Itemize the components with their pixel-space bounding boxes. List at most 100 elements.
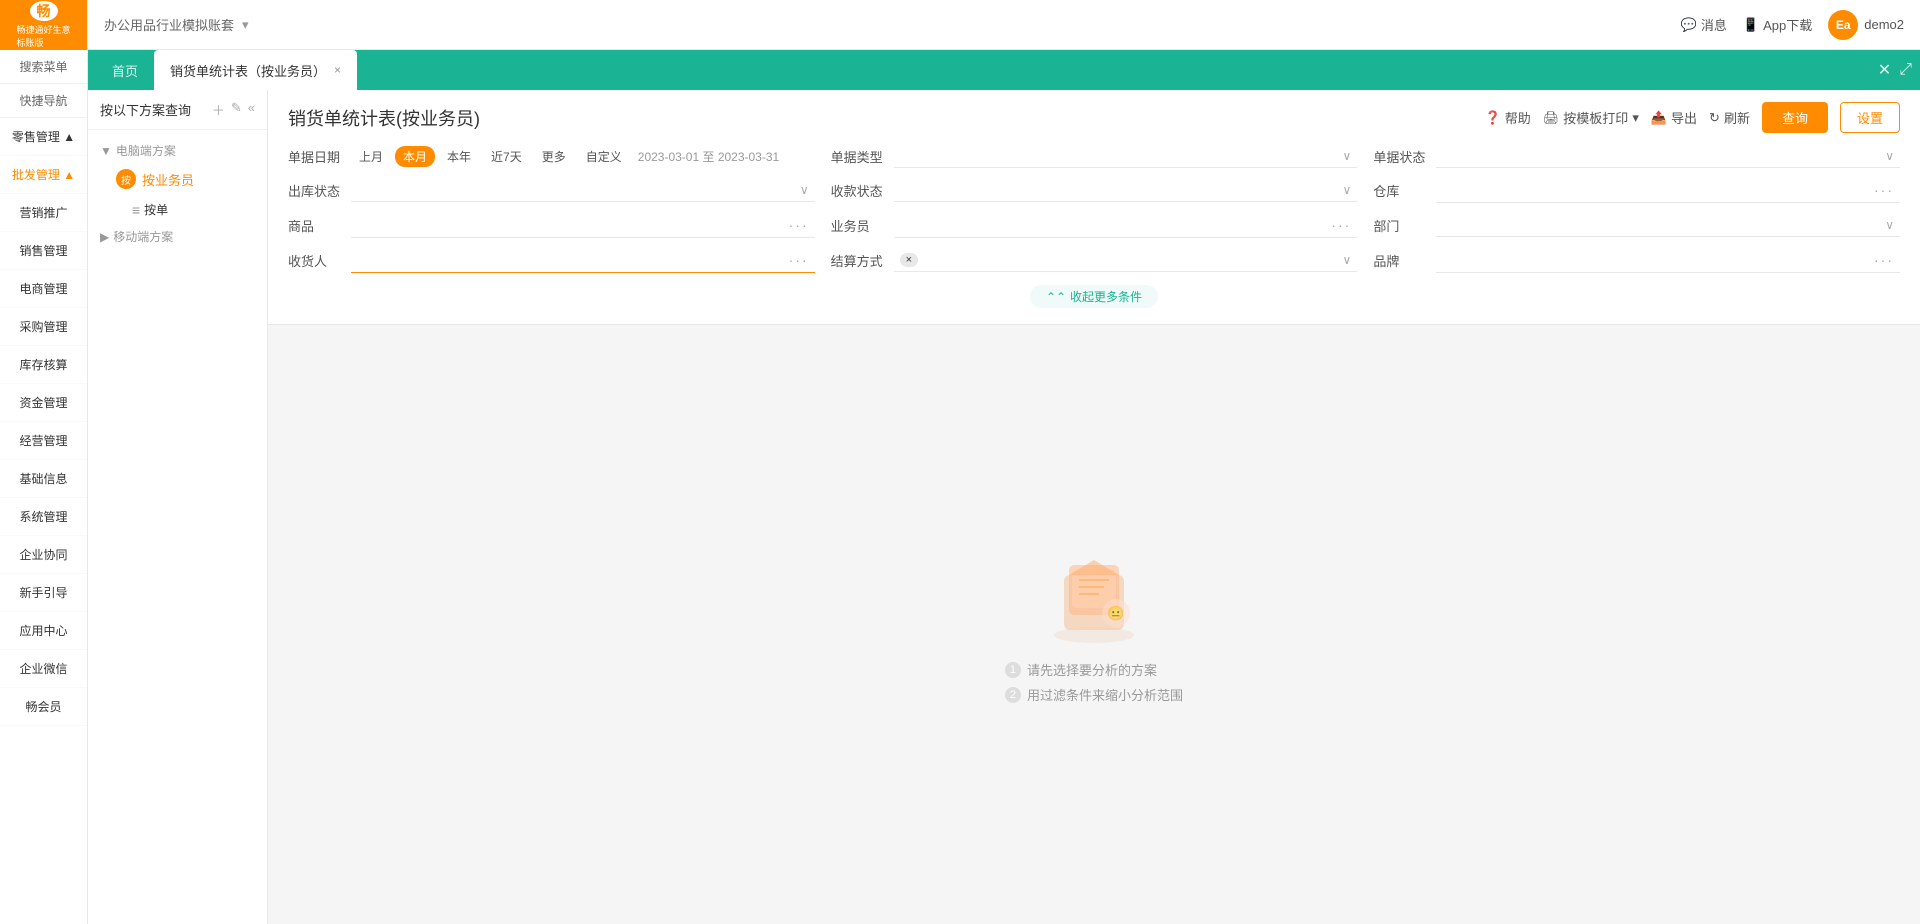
empty-tip-2: 2 用过滤条件来缩小分析范围 xyxy=(1005,685,1183,704)
help-label: 帮助 xyxy=(1505,108,1531,127)
goods-filter-row: 商品 ··· xyxy=(288,213,815,238)
sidebar-item-wholesale[interactable]: 批发管理 ▲ xyxy=(0,156,87,194)
tab-sales-stats-label: 销货单统计表（按业务员） xyxy=(170,61,326,80)
empty-illustration: 😐 xyxy=(1034,545,1154,648)
date-btn-custom[interactable]: 自定义 xyxy=(578,146,630,167)
date-btn-this-month[interactable]: 本月 xyxy=(395,146,435,167)
dept-label: 部门 xyxy=(1373,216,1428,235)
sidebar-item-app-center[interactable]: 应用中心 xyxy=(0,612,87,650)
panel-title: 按以下方案查询 xyxy=(100,100,191,119)
export-btn[interactable]: 📤 导出 xyxy=(1651,108,1697,127)
order-status-arrow-icon: ∨ xyxy=(1885,149,1894,163)
recipient-input[interactable]: ··· xyxy=(351,248,815,273)
date-btn-7days[interactable]: 近7天 xyxy=(483,146,530,167)
order-type-select[interactable]: ∨ xyxy=(894,145,1358,168)
sidebar-item-marketing[interactable]: 营销推广 xyxy=(0,194,87,232)
settlement-select[interactable]: × ∨ xyxy=(894,249,1358,272)
sidebar-item-newcomer[interactable]: 新手引导 xyxy=(0,574,87,612)
app-logo: 畅 畅捷通好生意标账版 xyxy=(0,0,87,50)
sidebar-item-system[interactable]: 系统管理 xyxy=(0,498,87,536)
panel-collapse-icon[interactable]: « xyxy=(248,100,255,119)
top-right-actions: 💬 消息 📱 App下载 Ea demo2 xyxy=(1681,10,1904,40)
help-icon: ❓ xyxy=(1485,110,1501,126)
refresh-btn[interactable]: ↻ 刷新 xyxy=(1709,108,1750,127)
sidebar: 畅 畅捷通好生意标账版 搜索菜单 快捷导航 零售管理 ▲ 批发管理 ▲ 营销推广… xyxy=(0,0,88,924)
user-avatar: Ea xyxy=(1828,10,1858,40)
message-btn[interactable]: 💬 消息 xyxy=(1681,15,1727,34)
tip-1-label: 请先选择要分析的方案 xyxy=(1027,660,1157,679)
order-type-label: 单据类型 xyxy=(831,147,886,166)
tree-group-mobile-arrow: ▶ xyxy=(100,230,109,244)
salesperson-input[interactable]: ··· xyxy=(894,213,1358,238)
sidebar-item-sales[interactable]: 销售管理 xyxy=(0,232,87,270)
template-print-btn[interactable]: 🖨 按模板打印 ▾ xyxy=(1543,108,1639,127)
tree-sub-item-order-label: 按单 xyxy=(144,201,168,218)
date-filter-row: 单据日期 上月 本月 本年 近7天 更多 自定义 2023-03-01 至 20… xyxy=(288,145,815,168)
sidebar-item-enterprise[interactable]: 企业协同 xyxy=(0,536,87,574)
settlement-label: 结算方式 xyxy=(831,251,886,270)
sidebar-item-ecommerce[interactable]: 电商管理 xyxy=(0,270,87,308)
goods-input[interactable]: ··· xyxy=(351,213,815,238)
brand-input[interactable]: ··· xyxy=(1436,248,1900,273)
empty-state: 😐 1 请先选择要分析的方案 2 用过滤条件来缩小分析范围 xyxy=(268,325,1920,924)
help-btn[interactable]: ❓ 帮助 xyxy=(1485,108,1531,127)
salesperson-filter-row: 业务员 ··· xyxy=(831,213,1358,238)
tab-sales-stats[interactable]: 销货单统计表（按业务员） × xyxy=(154,50,357,90)
stock-status-label: 出库状态 xyxy=(288,181,343,200)
order-status-select[interactable]: ∨ xyxy=(1436,145,1900,168)
workspace-selector[interactable]: 办公用品行业模拟账套 ▾ xyxy=(104,15,249,34)
tab-close-icon[interactable]: × xyxy=(334,63,341,77)
sidebar-item-inventory[interactable]: 库存核算 xyxy=(0,346,87,384)
app-download-label: App下载 xyxy=(1763,15,1812,34)
dept-select[interactable]: ∨ xyxy=(1436,214,1900,237)
tab-restore-icon[interactable]: ⤢ xyxy=(1899,61,1912,79)
tree-item-salesperson[interactable]: 按 按业务员 xyxy=(88,163,267,195)
warehouse-filter-row: 仓库 ··· xyxy=(1373,178,1900,203)
settings-button[interactable]: 设置 xyxy=(1840,102,1900,133)
collapse-button[interactable]: ⌃⌃ 收起更多条件 xyxy=(1030,285,1158,308)
payment-status-label: 收款状态 xyxy=(831,181,886,200)
date-filter-label: 单据日期 xyxy=(288,147,343,166)
sidebar-item-member[interactable]: 畅会员 xyxy=(0,688,87,726)
sidebar-item-purchase[interactable]: 采购管理 xyxy=(0,308,87,346)
sidebar-quick-nav[interactable]: 快捷导航 xyxy=(0,84,87,118)
filter-row-3: 商品 ··· 业务员 ··· xyxy=(288,213,1900,238)
sidebar-search-menu[interactable]: 搜索菜单 xyxy=(0,50,87,84)
page-actions: ❓ 帮助 🖨 按模板打印 ▾ 📤 导出 ↻ xyxy=(1485,102,1900,133)
settlement-filter-row: 结算方式 × ∨ xyxy=(831,248,1358,273)
user-profile[interactable]: Ea demo2 xyxy=(1828,10,1904,40)
template-print-label: 按模板打印 xyxy=(1563,108,1628,127)
settlement-close-icon[interactable]: × xyxy=(906,254,912,266)
panel-edit-icon[interactable]: ✎ xyxy=(231,100,242,119)
tab-home[interactable]: 首页 xyxy=(96,50,154,90)
empty-tips: 1 请先选择要分析的方案 2 用过滤条件来缩小分析范围 xyxy=(1005,660,1183,704)
refresh-label: 刷新 xyxy=(1724,108,1750,127)
salesperson-dots-icon: ··· xyxy=(1331,217,1351,233)
query-button[interactable]: 查询 xyxy=(1762,102,1828,133)
sidebar-item-basic[interactable]: 基础信息 xyxy=(0,460,87,498)
date-btn-this-year[interactable]: 本年 xyxy=(439,146,479,167)
download-icon: 📱 xyxy=(1743,17,1759,33)
tab-close-window-icon[interactable]: ✕ xyxy=(1878,60,1891,80)
tree-group-mobile[interactable]: ▶ 移动端方案 xyxy=(88,224,267,249)
export-icon: 📤 xyxy=(1651,110,1667,126)
salesperson-filter-label: 业务员 xyxy=(831,216,886,235)
sidebar-item-finance[interactable]: 资金管理 xyxy=(0,384,87,422)
sidebar-item-retail[interactable]: 零售管理 ▲ xyxy=(0,118,87,156)
panel-add-icon[interactable]: ＋ xyxy=(212,100,225,119)
payment-status-select[interactable]: ∨ xyxy=(894,179,1358,202)
order-status-label: 单据状态 xyxy=(1373,147,1428,166)
date-btn-last-month[interactable]: 上月 xyxy=(351,146,391,167)
tree-sub-item-order[interactable]: ≡ 按单 xyxy=(88,195,267,224)
sidebar-item-operations[interactable]: 经营管理 xyxy=(0,422,87,460)
date-btn-more[interactable]: 更多 xyxy=(534,146,574,167)
print-icon: 🖨 xyxy=(1543,110,1560,126)
warehouse-input[interactable]: ··· xyxy=(1436,178,1900,203)
app-download-btn[interactable]: 📱 App下载 xyxy=(1743,15,1812,34)
username-label: demo2 xyxy=(1864,17,1904,32)
salesperson-icon: 按 xyxy=(116,169,136,189)
tip-2-label: 用过滤条件来缩小分析范围 xyxy=(1027,685,1183,704)
sidebar-item-enterprise-wechat[interactable]: 企业微信 xyxy=(0,650,87,688)
stock-status-select[interactable]: ∨ xyxy=(351,179,815,202)
date-filter-controls: 上月 本月 本年 近7天 更多 自定义 2023-03-01 至 2023-03… xyxy=(351,146,779,167)
